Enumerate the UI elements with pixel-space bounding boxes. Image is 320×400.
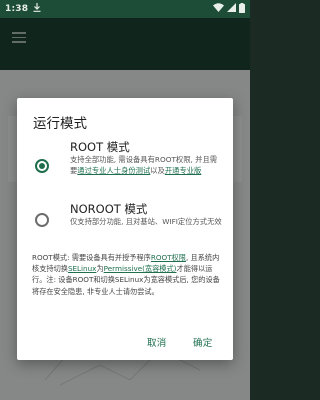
option-noroot-mode[interactable]: NOROOT 模式 仅支持部分功能, 且对基站、WIFI定位方式无效 xyxy=(17,201,233,241)
dialog-title: 运行模式 xyxy=(33,116,87,132)
option-noroot-description: 仅支持部分功能, 且对基站、WIFI定位方式无效 xyxy=(70,217,222,226)
open-pro-version-link[interactable]: 开通专业版 xyxy=(165,166,201,175)
option-root-label: ROOT 模式 xyxy=(70,140,130,154)
status-bar: 1:38 xyxy=(0,0,250,18)
selinux-link[interactable]: SELinux xyxy=(68,264,96,273)
wifi-icon xyxy=(213,3,224,15)
cancel-button[interactable]: 取消 xyxy=(147,335,167,349)
pro-identity-test-link[interactable]: 通过专业人士身份测试 xyxy=(77,166,150,175)
note-text-1: ROOT模式: 需要设备具有并授予程序 xyxy=(32,253,151,262)
status-time: 1:38 xyxy=(5,4,29,14)
battery-icon xyxy=(239,2,245,16)
root-mode-note: ROOT模式: 需要设备具有并授予程序ROOT权限, 且系统内核支持切换SELi… xyxy=(32,252,224,297)
option-root-mode[interactable]: ROOT 模式 支持全部功能, 需设备具有ROOT权限, 并且需要通过专业人士身… xyxy=(17,139,233,195)
signal-icon xyxy=(227,3,236,15)
permissive-mode-link[interactable]: Permissive(宽容模式) xyxy=(104,264,177,273)
download-icon xyxy=(33,3,41,15)
option-root-description: 支持全部功能, 需设备具有ROOT权限, 并且需要通过专业人士身份测试以及开通专… xyxy=(70,155,222,176)
root-permission-link[interactable]: ROOT权限 xyxy=(151,253,186,262)
screen: 1:38 运行模式 ROOT 模式 支持全部功能, 需设备具有ROOT权限, 并… xyxy=(0,0,250,400)
ok-button[interactable]: 确定 xyxy=(193,335,213,349)
option-noroot-label: NOROOT 模式 xyxy=(70,202,148,216)
status-icons xyxy=(213,2,245,16)
root-desc-and: 以及 xyxy=(150,165,165,175)
radio-root-mode-selected[interactable] xyxy=(35,159,49,173)
run-mode-dialog: 运行模式 ROOT 模式 支持全部功能, 需设备具有ROOT权限, 并且需要通过… xyxy=(17,98,233,360)
navigation-bar xyxy=(0,382,250,400)
note-text-3: 为 xyxy=(96,264,104,274)
radio-noroot-mode[interactable] xyxy=(35,213,49,227)
